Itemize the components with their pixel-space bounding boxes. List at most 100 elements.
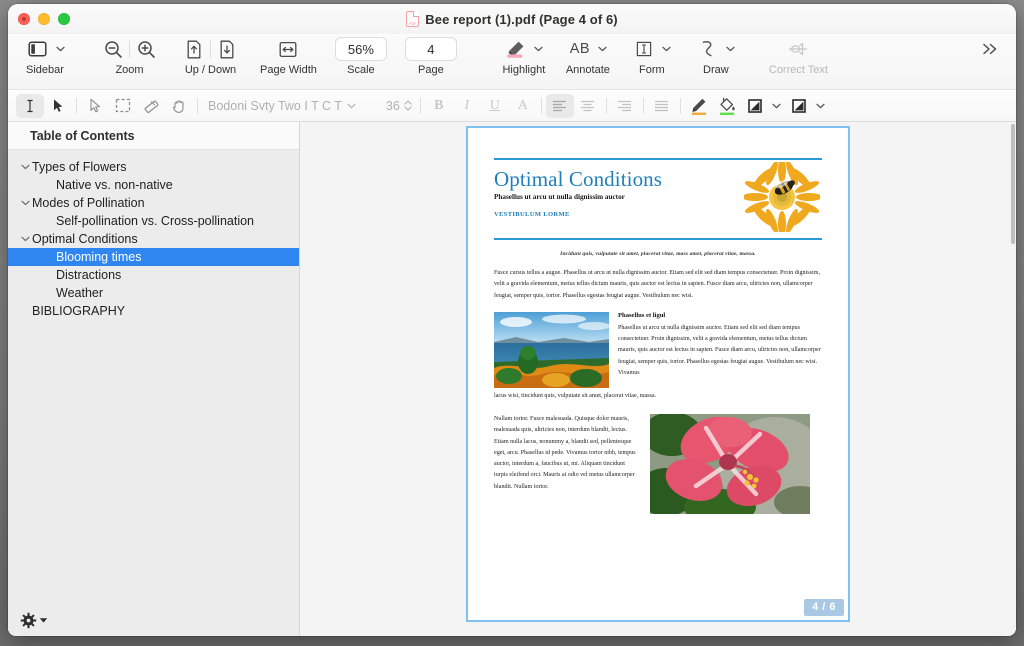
toolbar-group-draw: Draw [693,34,739,76]
annotate-button[interactable]: AB [565,36,595,62]
toc-item-label: Weather [56,286,104,300]
align-right-button[interactable] [611,94,639,118]
pointer-tool-button[interactable] [81,94,109,118]
zoom-in-button[interactable] [131,36,161,62]
pdf-page[interactable]: Optimal Conditions Phasellus ut arcu ut … [466,126,850,622]
main-toolbar: Sidebar Zoom Up / Down Page Width 56% Sc… [8,34,1016,89]
toolbar-group-scale: 56% Scale [334,34,387,76]
page-number-input[interactable]: 4 [404,37,457,61]
minimize-button[interactable] [38,13,50,25]
toc-item-blooming-times[interactable]: Blooming times [8,248,299,266]
toc-item-label: BIBLIOGRAPHY [32,304,126,318]
text-style-label: A [517,97,528,113]
form-label: Form [639,64,665,76]
toc-item-optimal-conditions[interactable]: Optimal Conditions [8,230,299,248]
form-button[interactable] [629,36,659,62]
font-size-stepper[interactable] [404,100,412,111]
bold-button[interactable]: B [425,94,453,118]
text-style-button[interactable]: A [509,94,537,118]
disclosure-chevron-down-icon[interactable] [18,200,32,206]
pink-hibiscus-flower-image [650,414,822,515]
format-toolbar: Bodoni Svty Two I T C T 36 B I U A [8,89,1016,122]
doc-bottom-rule [494,238,822,240]
maximize-button[interactable] [58,13,70,25]
scale-input[interactable]: 56% [334,37,387,61]
font-family-selector[interactable]: Bodoni Svty Two I T C T [202,99,362,113]
toc-item-types-of-flowers[interactable]: Types of Flowers [8,158,299,176]
toolbar-group-updown: Up / Down [179,34,242,76]
doc-paragraph-2: Nullam tortor. Fusce malesuada. Quisque … [494,416,636,490]
window-body: Table of Contents Types of Flowers Nativ… [8,122,1016,636]
toc-item-modes-of-pollination[interactable]: Modes of Pollination [8,194,299,212]
toolbar-group-sidebar: Sidebar [22,34,68,76]
shape-style-chevron-down-icon[interactable] [813,93,829,119]
page-down-button[interactable] [212,36,242,62]
doc-caption: Incidunt quis, vulputate sit amet, place… [560,251,756,257]
window-title-group: Bee report (1).pdf (Page 4 of 6) [8,4,1016,34]
window-controls [18,13,70,25]
highlight-options-chevron-down-icon[interactable] [531,36,547,62]
sidebar-panel: Table of Contents Types of Flowers Nativ… [8,122,300,636]
page-up-button[interactable] [179,36,209,62]
pdf-vertical-scrollbar[interactable] [1011,124,1015,244]
select-arrow-tool-button[interactable] [44,94,72,118]
underline-label: U [489,97,500,113]
toc-item-label: Optimal Conditions [32,232,138,246]
draw-options-chevron-down-icon[interactable] [723,36,739,62]
doc-top-rule [494,158,822,160]
toc-item-bibliography[interactable]: BIBLIOGRAPHY [8,302,299,320]
gear-icon [20,612,37,628]
zoom-out-button[interactable] [98,36,128,62]
align-left-button[interactable] [545,93,574,118]
doc-section-hibiscus: Nullam tortor. Fusce malesuada. Quisque … [494,414,822,515]
toc-item-distractions[interactable]: Distractions [8,266,299,284]
pdf-viewer-pane[interactable]: Optimal Conditions Phasellus ut arcu ut … [300,122,1016,636]
doc-subtitle: Phasellus ut arcu ut nulla dignissim auc… [494,193,625,202]
toolbar-group-annotate: AB Annotate [565,34,611,76]
line-style-chevron-down-icon[interactable] [769,93,785,119]
italic-label: I [464,97,470,113]
form-options-chevron-down-icon[interactable] [659,36,675,62]
doc-kicker: VESTIBULUM LORME [494,211,570,219]
toolbar-group-pagewidth: Page Width [260,34,317,76]
page-label: Page [418,64,444,76]
marquee-select-tool-button[interactable] [109,94,137,118]
align-justify-button[interactable] [648,94,676,118]
toc-item-native-vs-non-native[interactable]: Native vs. non-native [8,176,299,194]
sidebar-footer [8,604,299,636]
text-tool-button[interactable] [16,93,44,118]
italic-button[interactable]: I [453,94,481,118]
bold-label: B [434,97,444,113]
draw-button[interactable] [693,36,723,62]
align-center-button[interactable] [574,94,602,118]
disclosure-chevron-down-icon[interactable] [18,164,32,170]
font-size-selector[interactable]: 36 [382,99,416,113]
hand-tool-button[interactable] [165,94,193,118]
disclosure-chevron-down-icon[interactable] [18,236,32,242]
doc-paragraph-2-wrap: Nullam tortor. Fusce malesuada. Quisque … [494,414,636,514]
sidebar-settings-menu[interactable] [20,612,48,629]
doc-section-heading: Phasellus et ligul [618,311,666,319]
page-width-button[interactable] [273,36,303,62]
toc-item-weather[interactable]: Weather [8,284,299,302]
sidebar-group-label: Sidebar [26,64,64,76]
pdf-page-content: Optimal Conditions Phasellus ut arcu ut … [468,128,848,620]
shape-style-button[interactable] [785,94,813,118]
toolbar-overflow-button[interactable] [980,34,1002,64]
line-style-button[interactable] [741,94,769,118]
toc-item-label: Distractions [56,268,122,282]
highlight-button[interactable] [501,36,531,62]
desktop-background: Bee report (1).pdf (Page 4 of 6) [0,0,1024,646]
annotate-options-chevron-down-icon[interactable] [595,36,611,62]
underline-button[interactable]: U [481,94,509,118]
eraser-tool-button[interactable] [137,94,165,118]
annotate-ab-icon: AB [569,41,591,57]
pdf-file-icon [406,11,420,27]
stroke-color-button[interactable] [685,94,713,118]
close-button[interactable] [18,13,30,25]
sidebar-toggle-button[interactable] [22,36,52,62]
toc-item-self-vs-cross-pollination[interactable]: Self-pollination vs. Cross-pollination [8,212,299,230]
sidebar-options-chevron-down-icon[interactable] [52,36,68,62]
toc-header: Table of Contents [8,122,299,150]
fill-color-button[interactable] [713,94,741,118]
